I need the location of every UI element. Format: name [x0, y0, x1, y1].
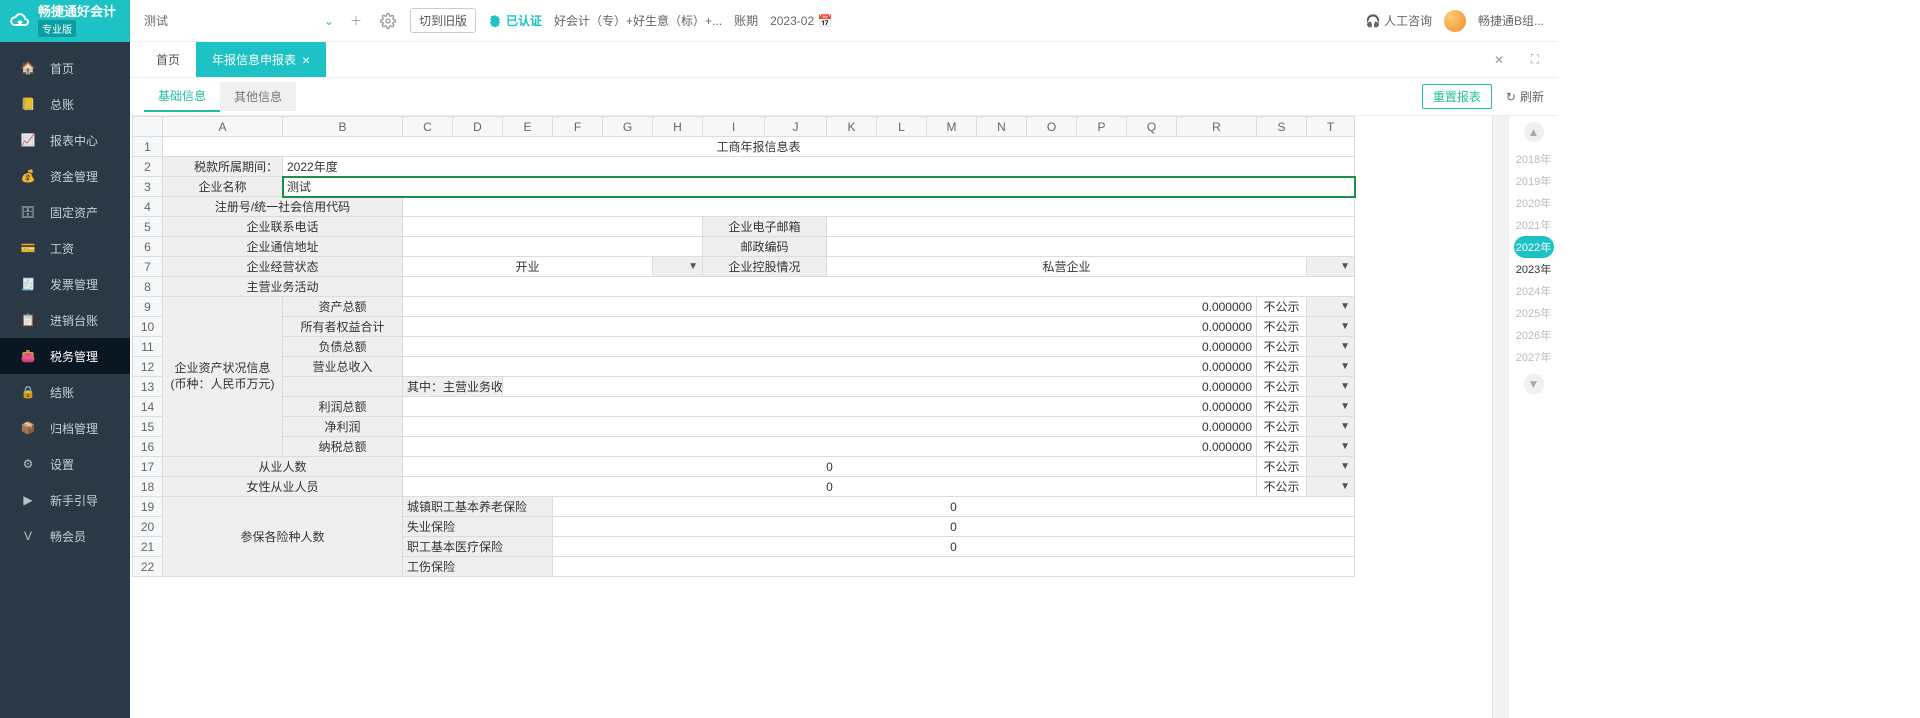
nav-icon: 💰: [20, 168, 36, 184]
nav-icon: ▶: [20, 492, 36, 508]
nav-icon: V: [20, 528, 36, 544]
year-2026年[interactable]: 2026年: [1514, 324, 1554, 346]
vertical-scrollbar[interactable]: [1492, 116, 1508, 718]
topbar: 测试 ⌄ ＋ 切到旧版 已认证 好会计（专）+好生意（标）+... 账期 202…: [130, 0, 1558, 42]
company-selector[interactable]: 测试 ⌄: [144, 12, 334, 29]
nav-icon: 📋: [20, 312, 36, 328]
user-name[interactable]: 畅捷通B组...: [1478, 12, 1544, 29]
nav-icon: 👛: [20, 348, 36, 364]
nav-icon: 🏠: [20, 60, 36, 76]
switch-old-button[interactable]: 切到旧版: [410, 8, 476, 33]
sidebar-item-5[interactable]: 💳工资: [0, 230, 130, 266]
add-icon[interactable]: ＋: [346, 11, 366, 31]
sidebar-item-7[interactable]: 📋进销台账: [0, 302, 130, 338]
year-2020年[interactable]: 2020年: [1514, 192, 1554, 214]
sidebar-item-11[interactable]: ⚙设置: [0, 446, 130, 482]
year-2027年[interactable]: 2027年: [1514, 346, 1554, 368]
year-rail: ▲ 2018年2019年2020年2021年2022年2023年2024年202…: [1508, 116, 1558, 718]
year-2018年[interactable]: 2018年: [1514, 148, 1554, 170]
year-2021年[interactable]: 2021年: [1514, 214, 1554, 236]
refresh-button[interactable]: ↻ 刷新: [1506, 88, 1544, 105]
tab-annual-report[interactable]: 年报信息申报表×: [196, 42, 326, 77]
chevron-down-icon: ⌄: [324, 14, 334, 28]
sidebar-item-0[interactable]: 🏠首页: [0, 50, 130, 86]
sidebar-item-12[interactable]: ▶新手引导: [0, 482, 130, 518]
company-name: 测试: [144, 12, 168, 29]
year-down-icon[interactable]: ▼: [1524, 374, 1544, 394]
nav-icon: 📈: [20, 132, 36, 148]
nav-icon: 📒: [20, 96, 36, 112]
brand-logo: 畅捷通好会计 专业版: [0, 0, 130, 42]
subtab-other[interactable]: 其他信息: [220, 82, 296, 111]
year-2019年[interactable]: 2019年: [1514, 170, 1554, 192]
verified-badge: 已认证: [488, 12, 542, 29]
avatar[interactable]: [1444, 10, 1466, 32]
sidebar-item-6[interactable]: 🧾发票管理: [0, 266, 130, 302]
gear-icon[interactable]: [378, 11, 398, 31]
period-value[interactable]: 2023-02 📅: [770, 14, 832, 28]
sidebar-item-8[interactable]: 👛税务管理: [0, 338, 130, 374]
year-2022年[interactable]: 2022年: [1514, 236, 1554, 258]
page-tabs: 首页 年报信息申报表× ✕ ⛶: [130, 42, 1558, 78]
nav-icon: 🔒: [20, 384, 36, 400]
sidebar: 畅捷通好会计 专业版 🏠首页📒总账📈报表中心💰资金管理🗄固定资产💳工资🧾发票管理…: [0, 0, 130, 718]
nav-icon: 📦: [20, 420, 36, 436]
sidebar-item-2[interactable]: 📈报表中心: [0, 122, 130, 158]
nav-icon: 🧾: [20, 276, 36, 292]
sidebar-item-10[interactable]: 📦归档管理: [0, 410, 130, 446]
sidebar-item-13[interactable]: V畅会员: [0, 518, 130, 554]
sidebar-item-1[interactable]: 📒总账: [0, 86, 130, 122]
plan-label: 好会计（专）+好生意（标）+...: [554, 12, 722, 29]
nav-icon: 💳: [20, 240, 36, 256]
sidebar-item-9[interactable]: 🔒结账: [0, 374, 130, 410]
nav-icon: ⚙: [20, 456, 36, 472]
tab-home[interactable]: 首页: [140, 42, 196, 77]
year-2023年[interactable]: 2023年: [1514, 258, 1554, 280]
nav-icon: 🗄: [20, 204, 36, 220]
subnav: 基础信息 其他信息 重置报表 ↻ 刷新: [130, 78, 1558, 116]
support-link[interactable]: 🎧 人工咨询: [1366, 12, 1432, 29]
period-label: 账期: [734, 12, 758, 29]
year-up-icon[interactable]: ▲: [1524, 122, 1544, 142]
subtab-basic[interactable]: 基础信息: [144, 81, 220, 112]
fullscreen-icon[interactable]: ⛶: [1524, 49, 1546, 71]
close-panel-icon[interactable]: ✕: [1488, 49, 1510, 71]
year-2025年[interactable]: 2025年: [1514, 302, 1554, 324]
close-icon[interactable]: ×: [302, 52, 310, 68]
spreadsheet[interactable]: ABCDEFGHIJKLMNOPQRST1工商年报信息表2税款所属期间：2022…: [130, 116, 1492, 718]
reset-button[interactable]: 重置报表: [1422, 84, 1492, 109]
sidebar-item-3[interactable]: 💰资金管理: [0, 158, 130, 194]
sidebar-item-4[interactable]: 🗄固定资产: [0, 194, 130, 230]
year-2024年[interactable]: 2024年: [1514, 280, 1554, 302]
